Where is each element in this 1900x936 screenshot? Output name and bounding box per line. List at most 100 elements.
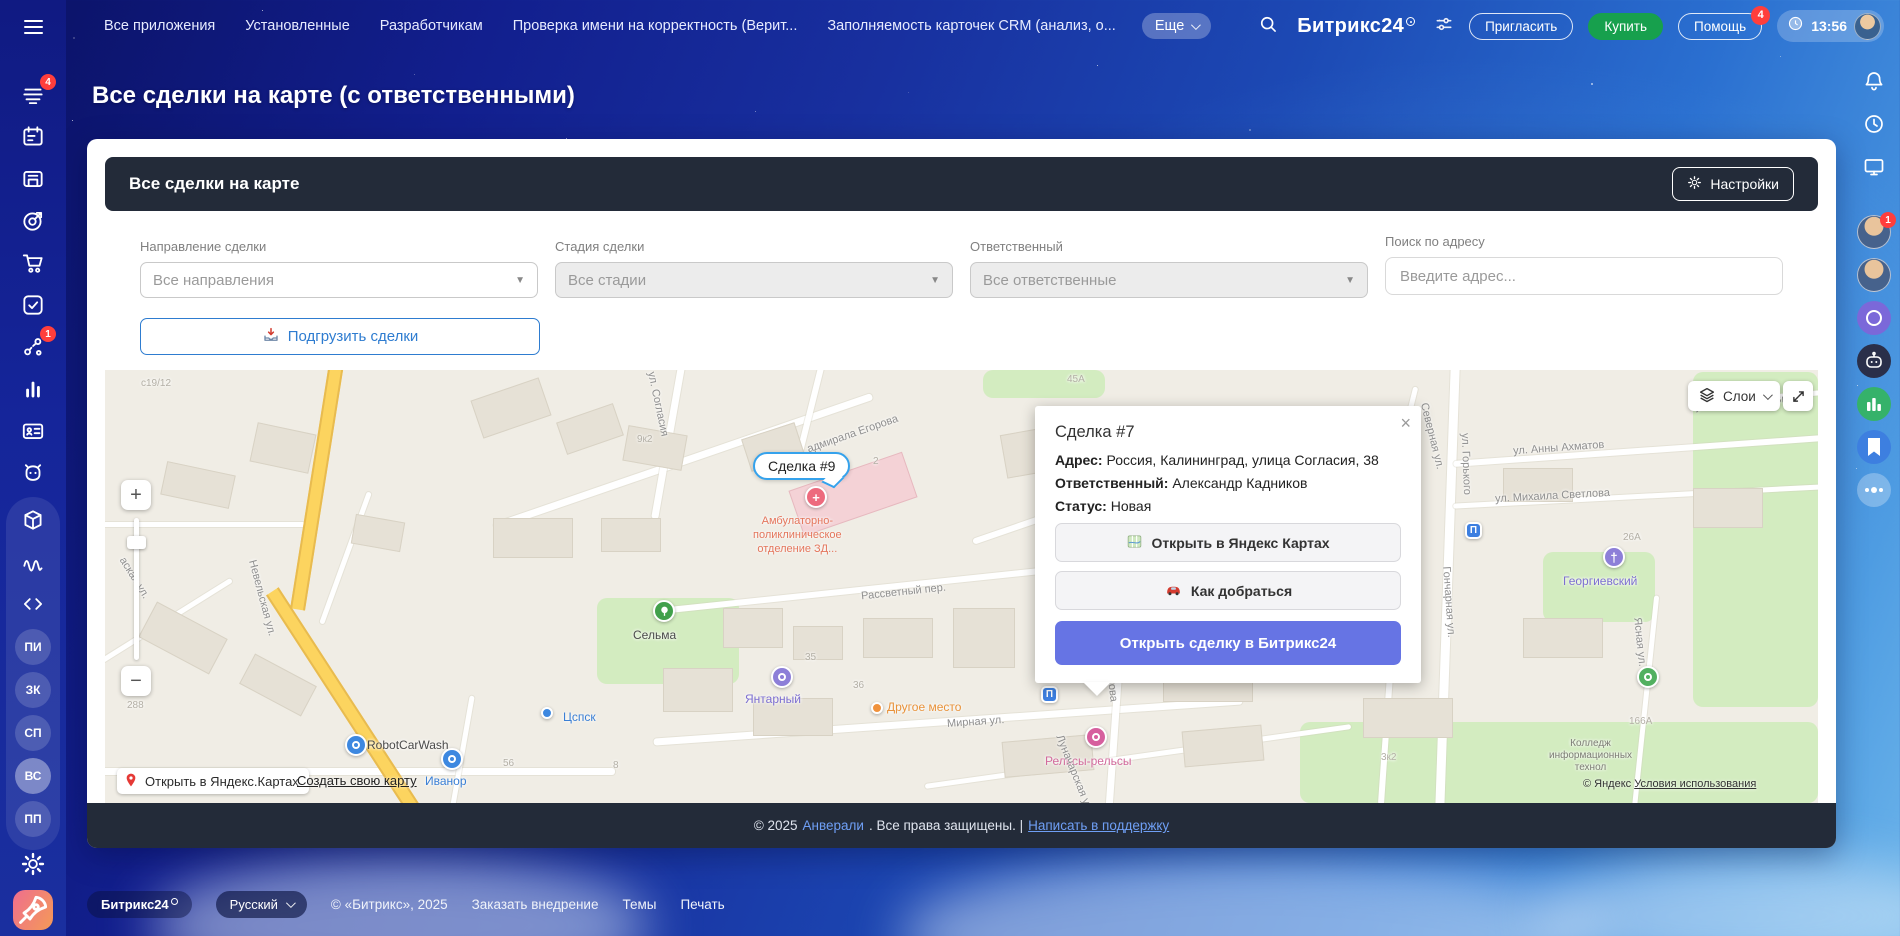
app-icon-purple[interactable] xyxy=(1857,301,1891,335)
chevron-down-icon xyxy=(1191,20,1201,30)
support-link[interactable]: Написать в поддержку xyxy=(1028,818,1169,833)
map-label: ул. Согласия xyxy=(645,371,670,438)
deal-9-map-marker[interactable]: Сделка #9 xyxy=(753,452,850,480)
analytics-bars-icon[interactable] xyxy=(16,372,50,406)
settings-gear-icon[interactable] xyxy=(16,847,50,881)
contact-card-icon[interactable] xyxy=(16,414,50,448)
bot-icon[interactable] xyxy=(16,456,50,490)
bookmark-icon[interactable] xyxy=(1857,430,1891,464)
gear-icon xyxy=(1687,175,1702,193)
hospital-cross-icon: + xyxy=(805,486,827,508)
filter-label: Поиск по адресу xyxy=(1385,234,1783,249)
invite-button[interactable]: Пригласить xyxy=(1469,13,1573,40)
current-time: 13:56 xyxy=(1811,18,1847,34)
popup-deal-title: Сделка #7 xyxy=(1055,423,1401,442)
close-icon[interactable]: × xyxy=(1400,414,1411,432)
extension-icon[interactable] xyxy=(1857,473,1891,507)
cloud-decor xyxy=(900,856,1600,936)
chat-avatar[interactable] xyxy=(1857,258,1891,292)
topbar-menu-item[interactable]: Проверка имени на корректность (Верит... xyxy=(513,18,798,34)
language-selector[interactable]: Русский xyxy=(216,891,307,918)
help-button[interactable]: Помощь4 xyxy=(1678,13,1762,40)
crm-target-icon[interactable] xyxy=(16,204,50,238)
chat-avatar[interactable]: 1 xyxy=(1857,215,1891,249)
map-building xyxy=(622,425,687,471)
garden-icon xyxy=(1637,666,1659,688)
zoom-out-button[interactable]: − xyxy=(121,666,151,696)
bitrix24-logo[interactable]: Битрикс24 xyxy=(1297,15,1415,38)
drive-icon[interactable] xyxy=(16,162,50,196)
map-label: RobotCarWash xyxy=(367,738,449,752)
filter-label: Направление сделки xyxy=(140,239,538,254)
layers-button[interactable]: Слои xyxy=(1688,381,1780,411)
address-search-input[interactable] xyxy=(1385,257,1783,295)
open-in-yandex-maps-link[interactable]: Открыть в Яндекс.Картах xyxy=(117,768,309,794)
filter-address-search: Поиск по адресу xyxy=(1385,234,1783,295)
more-menu-button[interactable]: Еще xyxy=(1142,13,1212,39)
time-tracker[interactable]: 13:56 xyxy=(1777,10,1884,42)
park-tree-icon xyxy=(653,600,675,622)
copilot-bot-icon[interactable] xyxy=(1857,344,1891,378)
calendar-icon[interactable] xyxy=(16,120,50,154)
filter-sliders-icon[interactable] xyxy=(1434,14,1454,39)
car-icon xyxy=(1164,580,1183,602)
buy-button[interactable]: Купить xyxy=(1588,13,1663,40)
order-implementation-link[interactable]: Заказать внедрение xyxy=(472,897,599,912)
settings-button[interactable]: Настройки xyxy=(1672,167,1794,201)
app-icon-green[interactable] xyxy=(1857,387,1891,421)
map-park-area xyxy=(983,370,1105,398)
desktop-icon[interactable] xyxy=(1857,150,1891,184)
anverali-link[interactable]: Анверали xyxy=(803,818,864,833)
print-link[interactable]: Печать xyxy=(680,897,724,912)
map-label: Северная ул. xyxy=(1418,402,1446,471)
market-box-icon[interactable] xyxy=(16,503,50,537)
user-avatar[interactable] xyxy=(1854,13,1881,40)
open-yandex-maps-button[interactable]: Открыть в Яндекс Картах xyxy=(1055,523,1401,562)
map-building xyxy=(953,608,1015,668)
terms-of-use-link[interactable]: Условия использования xyxy=(1634,778,1756,790)
load-deals-button[interactable]: Подгрузить сделки xyxy=(140,318,540,355)
notifications-bell-icon[interactable] xyxy=(1857,64,1891,98)
tasks-check-icon[interactable] xyxy=(16,288,50,322)
zoom-slider-handle[interactable] xyxy=(127,536,146,549)
open-deal-bitrix-button[interactable]: Открыть сделку в Битрикс24 xyxy=(1055,621,1401,665)
responsible-select[interactable]: Все ответственные▼ xyxy=(970,262,1368,298)
topbar-menu-item[interactable]: Установленные xyxy=(245,18,350,34)
map-building xyxy=(793,626,843,660)
rocket-icon[interactable] xyxy=(13,890,53,930)
topbar-menu-item[interactable]: Все приложения xyxy=(104,18,215,34)
sidebar-app-ПП[interactable]: ПП xyxy=(15,801,51,837)
topbar-menu-item[interactable]: Заполняемость карточек CRM (анализ, о... xyxy=(827,18,1115,34)
deal-popup: × Сделка #7 Адрес: Россия, Калининград, … xyxy=(1035,406,1421,683)
widget-title: Все сделки на карте xyxy=(129,174,299,194)
fullscreen-expand-icon[interactable] xyxy=(1783,381,1813,411)
network-icon[interactable]: 1 xyxy=(16,330,50,364)
map-label: 45А xyxy=(1067,374,1085,385)
sidebar-app-ВС[interactable]: ВС xyxy=(15,758,51,794)
bitrix24-footer-logo[interactable]: Битрикс24 xyxy=(87,891,192,918)
topbar-menu-item[interactable]: Разработчикам xyxy=(380,18,483,34)
hamburger-menu-icon[interactable] xyxy=(24,20,43,38)
map-building xyxy=(351,514,405,552)
app-widget-card: Все сделки на карте Настройки Направлени… xyxy=(87,139,1836,848)
map-label: Рельсы-рельсы xyxy=(1045,754,1131,768)
themes-link[interactable]: Темы xyxy=(622,897,656,912)
search-icon[interactable] xyxy=(1258,14,1278,39)
create-own-map-link[interactable]: Создать свою карту xyxy=(297,773,417,788)
deal-direction-select[interactable]: Все направления▼ xyxy=(140,262,538,298)
route-button[interactable]: Как добраться xyxy=(1055,571,1401,610)
deal-stage-select[interactable]: Все стадии▼ xyxy=(555,262,953,298)
clock-icon[interactable] xyxy=(1857,107,1891,141)
feed-icon[interactable]: 4 xyxy=(16,78,50,112)
clock-icon xyxy=(1787,15,1804,37)
sidebar-app-ЗК[interactable]: ЗК xyxy=(15,672,51,708)
sidebar-app-ПИ[interactable]: ПИ xyxy=(15,629,51,665)
dev-code-icon[interactable] xyxy=(16,587,50,621)
wave-icon[interactable] xyxy=(16,545,50,579)
trademark-icon xyxy=(1406,17,1415,26)
map-canvas[interactable]: с19/12245Аадмирала Егороваул. Согласия9к… xyxy=(105,370,1818,803)
sidebar-app-СП[interactable]: СП xyxy=(15,715,51,751)
zoom-in-button[interactable]: + xyxy=(121,480,151,510)
shop-cart-icon[interactable] xyxy=(16,246,50,280)
map-label: Янтарный xyxy=(745,692,801,706)
